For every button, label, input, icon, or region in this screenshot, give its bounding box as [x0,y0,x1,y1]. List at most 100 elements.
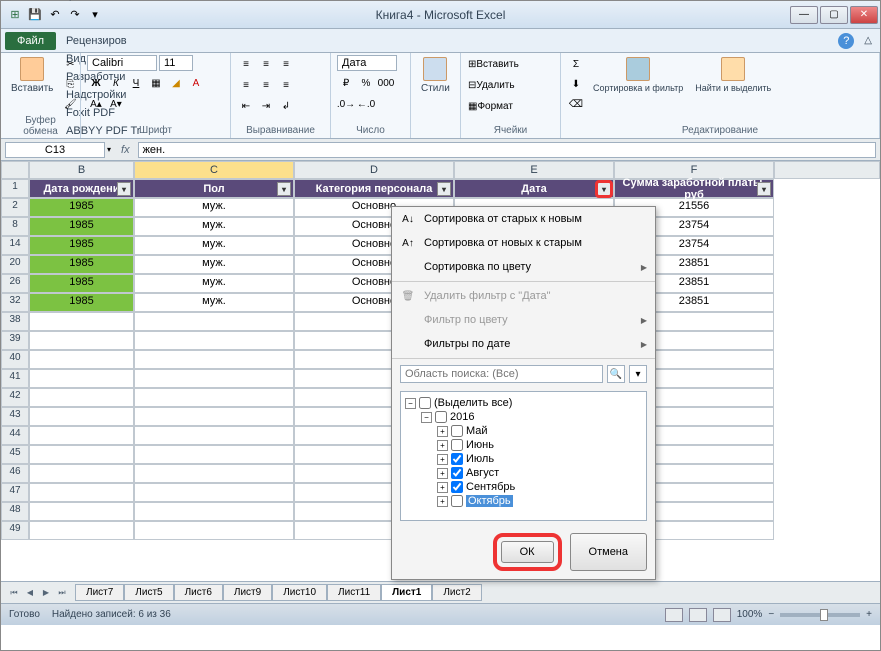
cell[interactable]: 1985 [29,293,134,312]
align-top-icon[interactable]: ≡ [237,55,255,73]
comma-icon[interactable]: 000 [377,74,395,92]
row-header[interactable]: 49 [1,521,29,540]
row-header[interactable]: 32 [1,293,29,312]
align-middle-icon[interactable]: ≡ [257,55,275,73]
tree-month[interactable]: +Сентябрь [405,480,642,494]
cell[interactable] [134,350,294,369]
tree-month[interactable]: +Июль [405,452,642,466]
underline-icon[interactable]: Ч [127,74,145,92]
sheet-tab[interactable]: Лист2 [432,584,481,601]
maximize-button[interactable]: ▢ [820,6,848,24]
year-checkbox[interactable] [435,411,447,423]
cell[interactable] [29,407,134,426]
namebox-dropdown-icon[interactable]: ▾ [105,145,113,154]
align-center-icon[interactable]: ≡ [257,76,275,94]
font-name-select[interactable]: Calibri [87,55,157,71]
qat-dropdown-icon[interactable]: ▾ [87,7,103,23]
expand-icon[interactable]: + [437,454,448,465]
tree-month[interactable]: +Август [405,466,642,480]
fill-icon[interactable]: ⬇ [567,75,585,93]
cell[interactable] [29,388,134,407]
sheet-next-icon[interactable]: ▶ [39,586,53,600]
percent-icon[interactable]: % [357,74,375,92]
help-icon[interactable]: ? [838,33,854,49]
cell[interactable] [134,369,294,388]
sheet-tab[interactable]: Лист6 [174,584,223,601]
cell[interactable]: 1985 [29,274,134,293]
row-header[interactable]: 48 [1,502,29,521]
row-header[interactable]: 45 [1,445,29,464]
cell[interactable] [134,407,294,426]
month-checkbox[interactable] [451,495,463,507]
row-header[interactable]: 44 [1,426,29,445]
cell[interactable]: муж. [134,198,294,217]
month-checkbox[interactable] [451,481,463,493]
cell[interactable]: муж. [134,255,294,274]
increase-font-icon[interactable]: A▴ [87,95,105,113]
name-box[interactable]: C13 [5,142,105,158]
increase-decimal-icon[interactable]: .0→ [337,95,355,113]
copy-icon[interactable]: ⎘ [61,75,79,93]
tree-month[interactable]: +Июнь [405,438,642,452]
number-format-select[interactable]: Дата [337,55,397,71]
collapse-icon[interactable]: − [405,398,416,409]
formula-input[interactable]: жен. [138,142,876,158]
column-header[interactable]: D [294,161,454,179]
expand-icon[interactable]: + [437,426,448,437]
sort-newest-oldest[interactable]: A↑ Сортировка от новых к старым [392,231,655,255]
row-header[interactable]: 42 [1,388,29,407]
select-all-corner[interactable] [1,161,29,179]
row-header[interactable]: 14 [1,236,29,255]
ribbon-tab[interactable]: Рецензиров [58,32,148,50]
increase-indent-icon[interactable]: ⇥ [257,97,275,115]
row-header[interactable]: 20 [1,255,29,274]
expand-icon[interactable]: + [437,496,448,507]
filter-button[interactable]: ▾ [757,182,771,196]
cell[interactable]: 1985 [29,236,134,255]
close-button[interactable]: ✕ [850,6,878,24]
cancel-button[interactable]: Отмена [570,533,647,571]
sheet-tab[interactable]: Лист5 [124,584,173,601]
align-right-icon[interactable]: ≡ [277,76,295,94]
cell[interactable]: 1985 [29,255,134,274]
cell[interactable] [29,445,134,464]
row-header[interactable]: 39 [1,331,29,350]
row-header[interactable]: 2 [1,198,29,217]
find-select-button[interactable]: Найти и выделить [691,55,775,95]
cell[interactable]: 1985 [29,217,134,236]
month-checkbox[interactable] [451,467,463,479]
cell[interactable]: 1985 [29,198,134,217]
sheet-tab[interactable]: Лист1 [381,584,432,601]
column-header[interactable]: E [454,161,614,179]
italic-icon[interactable]: К [107,74,125,92]
sheet-tab[interactable]: Лист7 [75,584,124,601]
cell[interactable] [134,426,294,445]
column-header[interactable]: B [29,161,134,179]
row-header[interactable]: 47 [1,483,29,502]
cell[interactable] [29,502,134,521]
redo-icon[interactable]: ↷ [67,7,83,23]
font-size-select[interactable]: 11 [159,55,193,71]
font-color-icon[interactable]: A [187,74,205,92]
cell[interactable] [29,369,134,388]
row-header[interactable]: 43 [1,407,29,426]
cell[interactable] [134,312,294,331]
cell[interactable] [134,331,294,350]
insert-cells-button[interactable]: ⊞ Вставить [467,55,520,73]
cell[interactable] [29,464,134,483]
month-checkbox[interactable] [451,425,463,437]
sheet-first-icon[interactable]: ⏮ [7,586,21,600]
border-icon[interactable]: ▦ [147,74,165,92]
wrap-text-icon[interactable]: ↲ [277,97,295,115]
cell[interactable] [134,483,294,502]
minimize-ribbon-icon[interactable]: △ [864,35,872,46]
fill-color-icon[interactable]: ◢ [167,74,185,92]
cell[interactable] [134,445,294,464]
decrease-decimal-icon[interactable]: ←.0 [357,95,375,113]
align-left-icon[interactable]: ≡ [237,76,255,94]
cell[interactable] [134,502,294,521]
column-header[interactable]: C [134,161,294,179]
decrease-indent-icon[interactable]: ⇤ [237,97,255,115]
row-header[interactable]: 26 [1,274,29,293]
page-break-view-icon[interactable] [713,608,731,622]
